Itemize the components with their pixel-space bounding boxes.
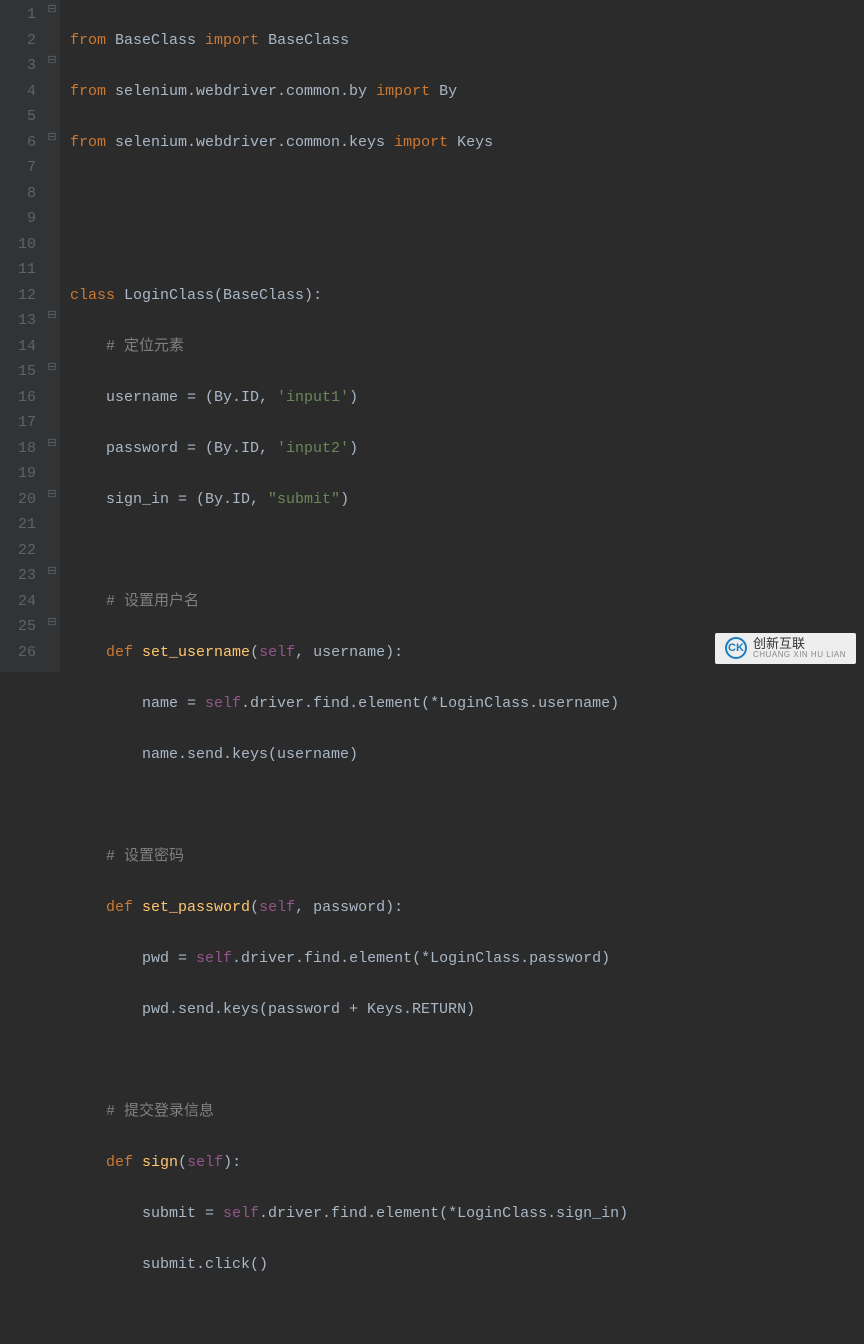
code-line[interactable]: pwd.send.keys(password + Keys.RETURN) (70, 997, 628, 1023)
line-number: 8 (8, 181, 36, 207)
code-line[interactable]: from selenium.webdriver.common.keys impo… (70, 130, 628, 156)
code-line[interactable]: name.send.keys(username) (70, 742, 628, 768)
line-number: 26 (8, 640, 36, 666)
line-number: 11 (8, 257, 36, 283)
code-line[interactable] (70, 538, 628, 564)
line-number: 12 (8, 283, 36, 309)
line-number-gutter: 1 2 3 4 5 6 7 8 9 10 11 12 13 14 15 16 1… (0, 0, 44, 672)
code-line[interactable]: def set_password(self, password): (70, 895, 628, 921)
line-number: 25 (8, 614, 36, 640)
code-line[interactable]: # 提交登录信息 (70, 1099, 628, 1125)
code-line[interactable]: class LoginClass(BaseClass): (70, 283, 628, 309)
line-number: 16 (8, 385, 36, 411)
code-line[interactable]: from BaseClass import BaseClass (70, 28, 628, 54)
fold-marker-icon[interactable]: ⊟ (46, 310, 58, 322)
code-line[interactable] (70, 181, 628, 207)
code-line[interactable] (70, 793, 628, 819)
fold-end-icon[interactable]: ⊟ (46, 362, 58, 374)
code-line[interactable]: pwd = self.driver.find.element(*LoginCla… (70, 946, 628, 972)
line-number: 7 (8, 155, 36, 181)
code-editor[interactable]: 1 2 3 4 5 6 7 8 9 10 11 12 13 14 15 16 1… (0, 0, 864, 672)
line-number: 17 (8, 410, 36, 436)
line-number: 10 (8, 232, 36, 258)
line-number: 4 (8, 79, 36, 105)
code-line[interactable]: name = self.driver.find.element(*LoginCl… (70, 691, 628, 717)
code-line[interactable]: def set_username(self, username): (70, 640, 628, 666)
code-line[interactable]: username = (By.ID, 'input1') (70, 385, 628, 411)
watermark-text: 创新互联 CHUANG XIN HU LIAN (753, 637, 846, 660)
fold-marker-icon[interactable]: ⊟ (46, 438, 58, 450)
code-line[interactable]: # 定位元素 (70, 334, 628, 360)
line-number: 23 (8, 563, 36, 589)
fold-end-icon[interactable]: ⊟ (46, 489, 58, 501)
line-number: 22 (8, 538, 36, 564)
line-number: 15 (8, 359, 36, 385)
line-number: 14 (8, 334, 36, 360)
watermark-logo-icon: CK (725, 637, 747, 659)
fold-marker-icon[interactable]: ⊟ (46, 4, 58, 16)
fold-marker-icon[interactable]: ⊟ (46, 132, 58, 144)
line-number: 13 (8, 308, 36, 334)
code-line[interactable] (70, 1303, 628, 1329)
line-number: 24 (8, 589, 36, 615)
line-number: 2 (8, 28, 36, 54)
code-line[interactable]: def sign(self): (70, 1150, 628, 1176)
fold-end-icon[interactable]: ⊟ (46, 55, 58, 67)
code-line[interactable] (70, 1048, 628, 1074)
line-number: 1 (8, 2, 36, 28)
line-number: 19 (8, 461, 36, 487)
fold-marker-icon[interactable]: ⊟ (46, 566, 58, 578)
code-line[interactable]: submit = self.driver.find.element(*Login… (70, 1201, 628, 1227)
line-number: 21 (8, 512, 36, 538)
code-line[interactable]: submit.click() (70, 1252, 628, 1278)
line-number: 3 (8, 53, 36, 79)
line-number: 20 (8, 487, 36, 513)
code-line[interactable]: sign_in = (By.ID, "submit") (70, 487, 628, 513)
watermark-main: 创新互联 (753, 637, 846, 651)
fold-end-icon[interactable]: ⊟ (46, 617, 58, 629)
code-area[interactable]: from BaseClass import BaseClass from sel… (60, 0, 628, 672)
code-line[interactable]: # 设置用户名 (70, 589, 628, 615)
line-number: 18 (8, 436, 36, 462)
fold-column: ⊟ ⊟ ⊟ ⊟ ⊟ ⊟ ⊟ ⊟ ⊟ (44, 0, 60, 672)
code-line[interactable]: # 设置密码 (70, 844, 628, 870)
watermark-badge: CK 创新互联 CHUANG XIN HU LIAN (715, 633, 856, 664)
code-line[interactable] (70, 232, 628, 258)
code-line[interactable]: from selenium.webdriver.common.by import… (70, 79, 628, 105)
watermark-sub: CHUANG XIN HU LIAN (753, 651, 846, 660)
code-line[interactable]: password = (By.ID, 'input2') (70, 436, 628, 462)
line-number: 5 (8, 104, 36, 130)
line-number: 9 (8, 206, 36, 232)
line-number: 6 (8, 130, 36, 156)
